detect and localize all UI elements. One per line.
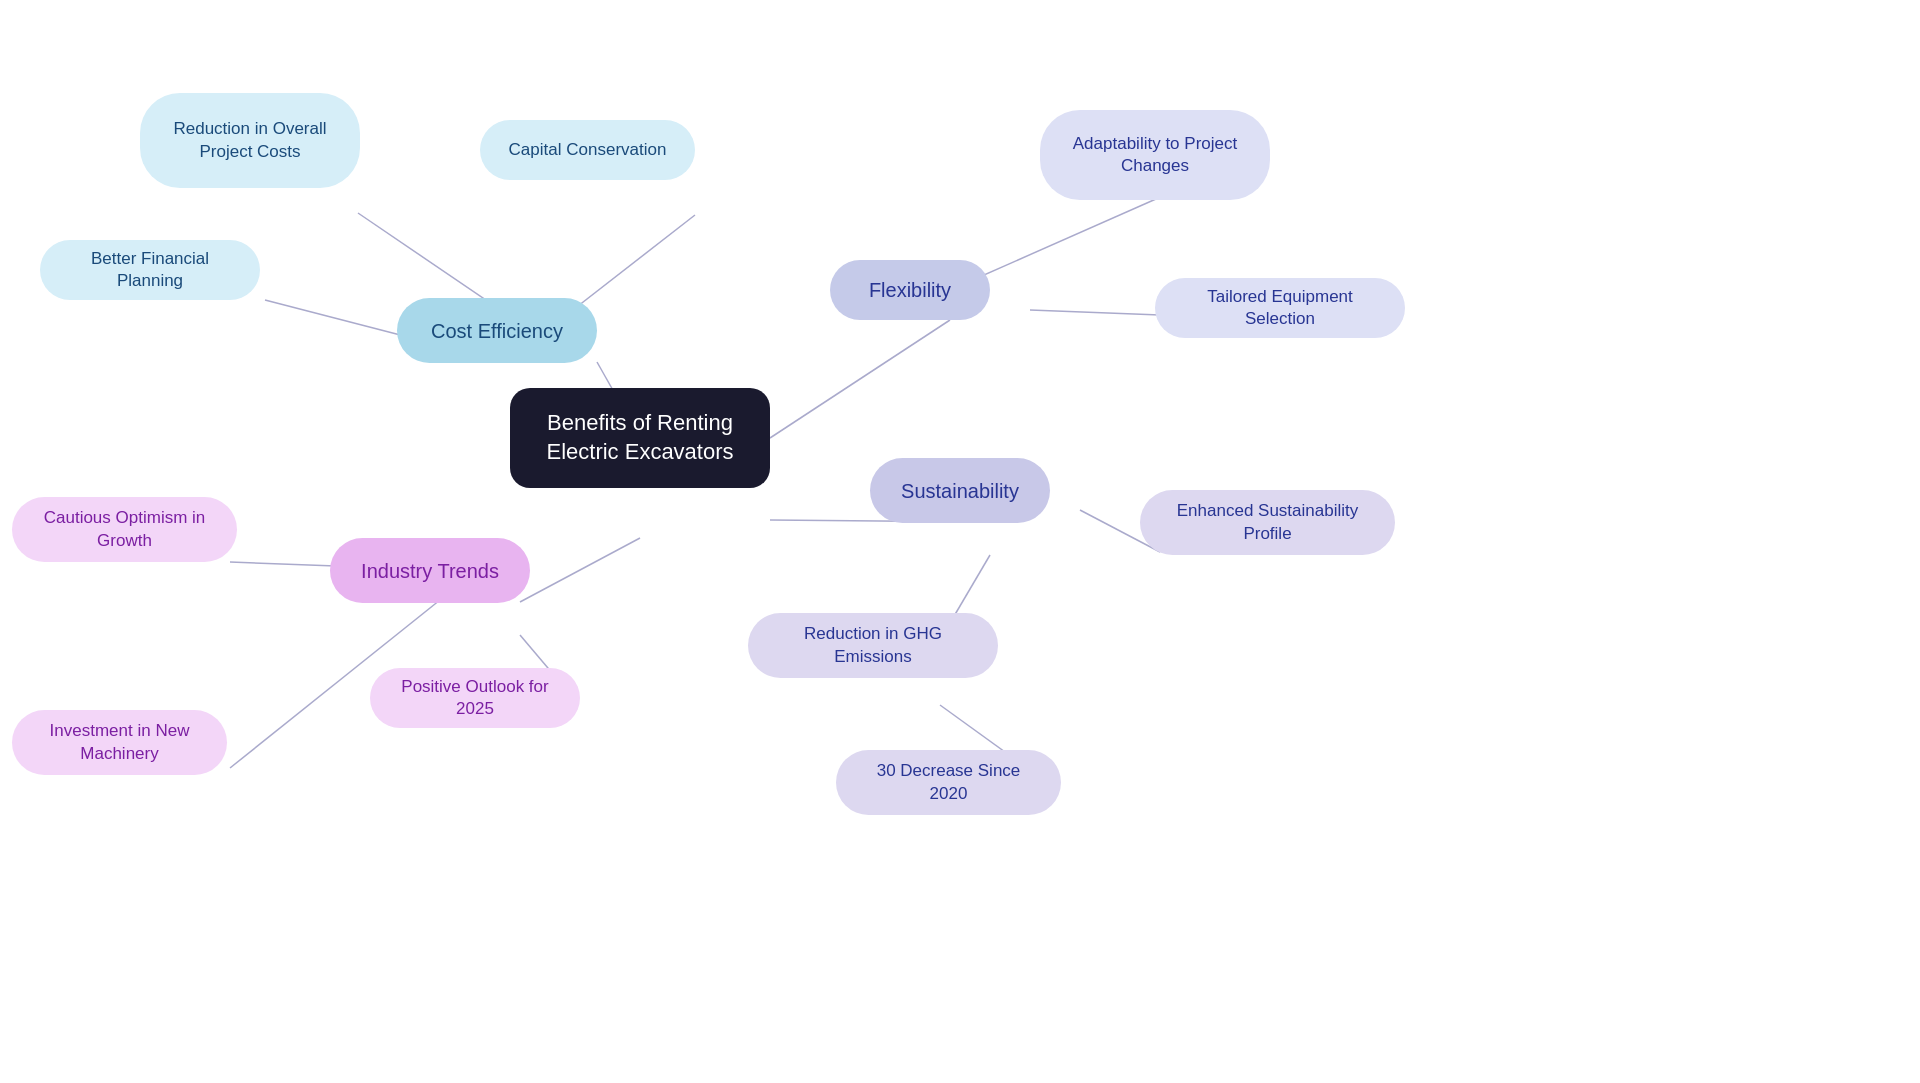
positive-outlook-node: Positive Outlook for 2025 — [370, 668, 580, 728]
adaptability-node: Adaptability to Project Changes — [1040, 110, 1270, 200]
flexibility-node: Flexibility — [830, 260, 990, 320]
svg-line-2 — [520, 538, 640, 602]
decrease-2020-node: 30 Decrease Since 2020 — [836, 750, 1061, 815]
better-financial-planning-node: Better Financial Planning — [40, 240, 260, 300]
investment-machinery-node: Investment in New Machinery — [12, 710, 227, 775]
cautious-optimism-node: Cautious Optimism in Growth — [12, 497, 237, 562]
svg-line-8 — [1030, 310, 1160, 315]
industry-trends-node: Industry Trends — [330, 538, 530, 603]
reduction-project-costs-node: Reduction in Overall Project Costs — [140, 93, 360, 188]
cost-efficiency-node: Cost Efficiency — [397, 298, 597, 363]
enhanced-sustainability-node: Enhanced Sustainability Profile — [1140, 490, 1395, 555]
capital-conservation-node: Capital Conservation — [480, 120, 695, 180]
tailored-equipment-node: Tailored Equipment Selection — [1155, 278, 1405, 338]
svg-line-1 — [770, 320, 950, 438]
sustainability-node: Sustainability — [870, 458, 1050, 523]
center-node: Benefits of Renting Electric Excavators — [510, 388, 770, 488]
ghg-emissions-node: Reduction in GHG Emissions — [748, 613, 998, 678]
